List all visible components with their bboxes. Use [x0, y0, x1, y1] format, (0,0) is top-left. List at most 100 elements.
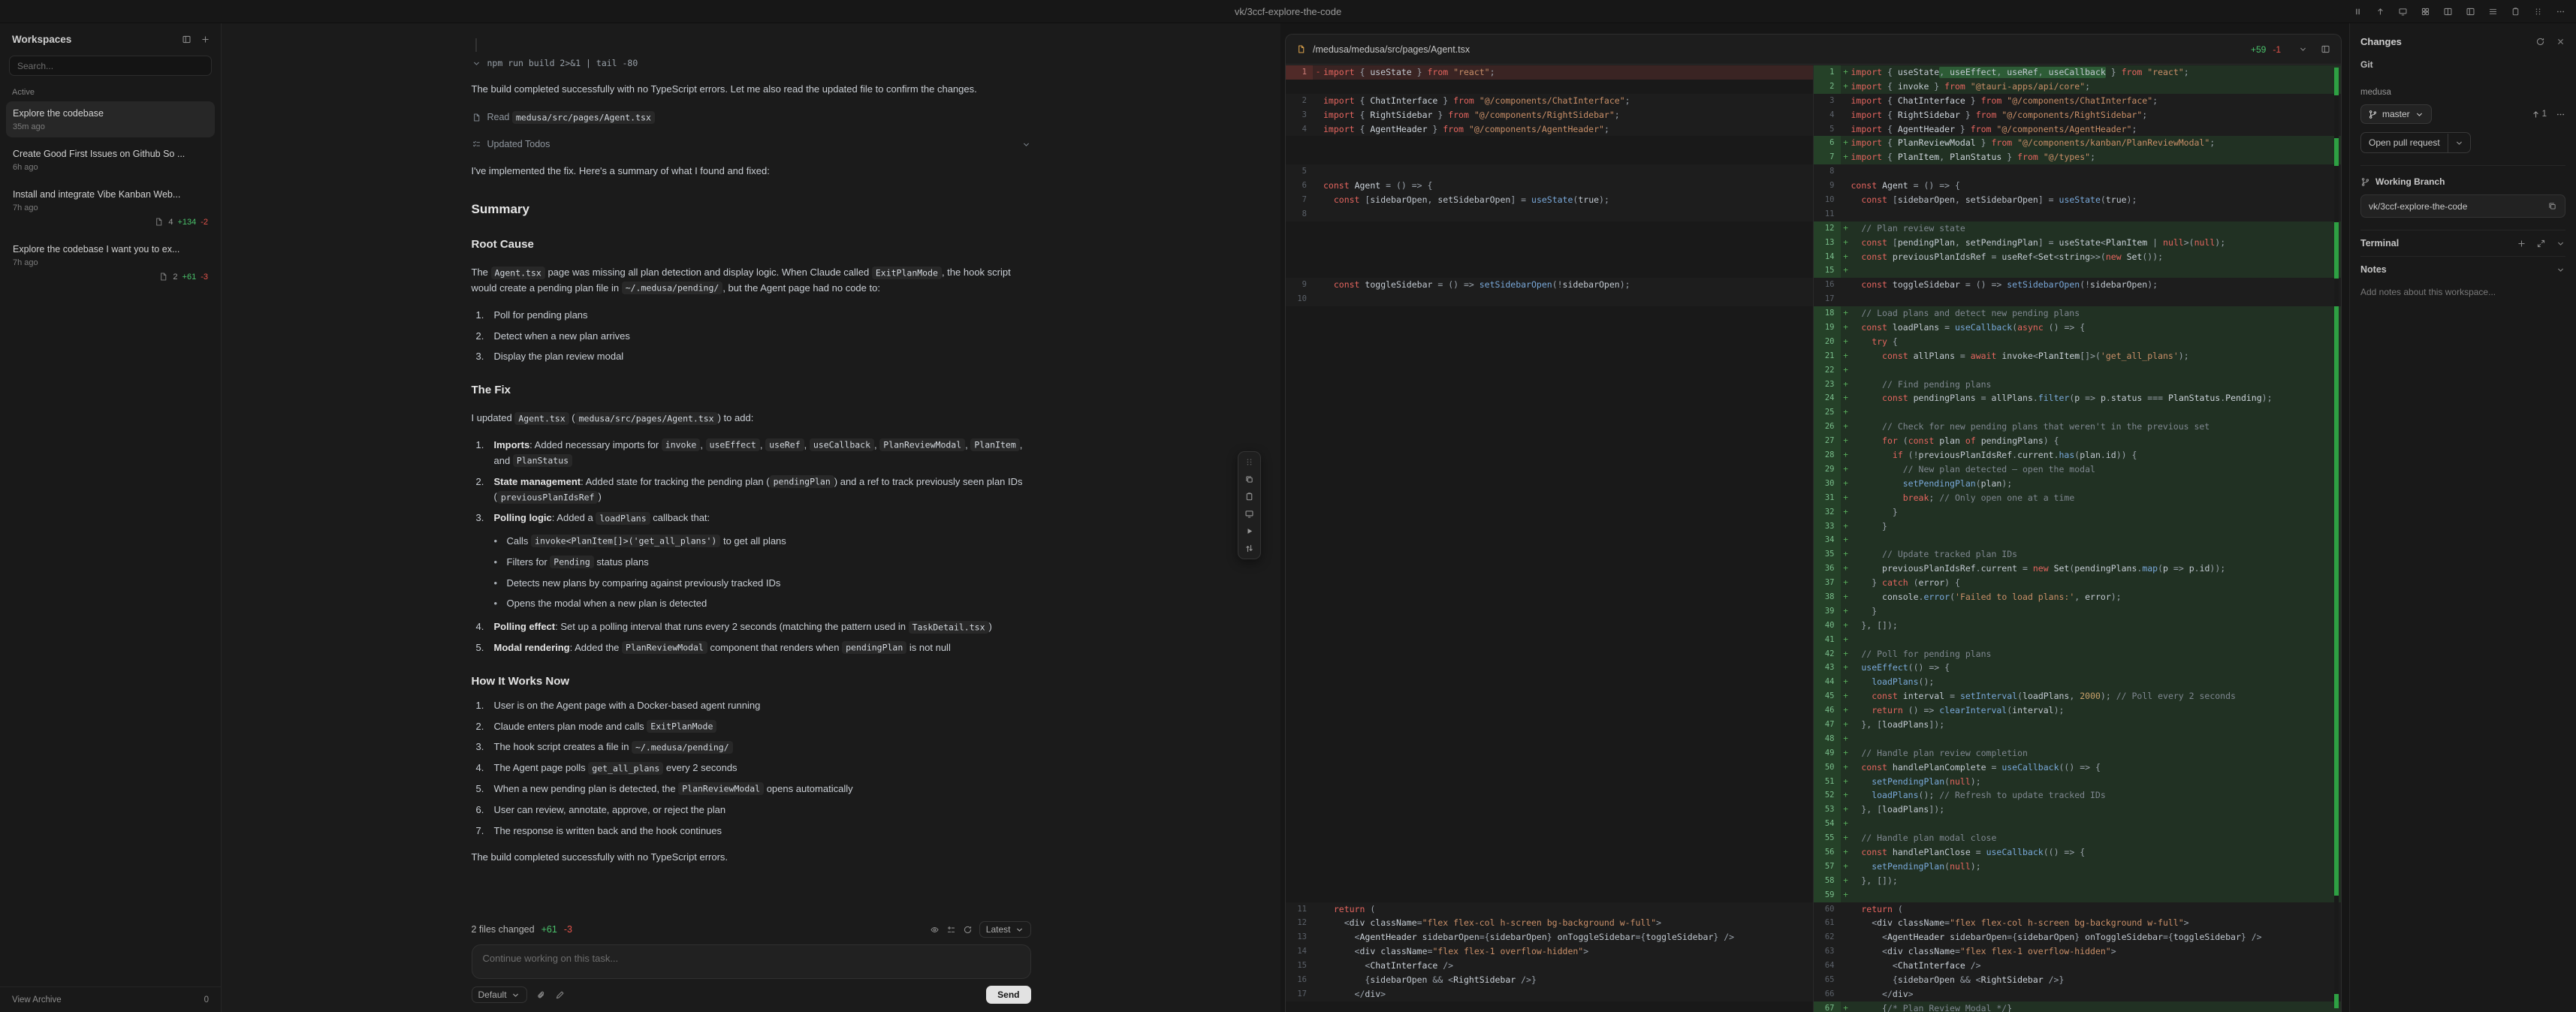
- collapse-file-button[interactable]: [2298, 44, 2308, 54]
- diff-cell: 11: [1814, 207, 2342, 221]
- diff-cell: 30+ setPendingPlan(plan);: [1814, 477, 2342, 491]
- diff-sign: [1841, 987, 1851, 1001]
- new-workspace-button[interactable]: [201, 35, 210, 44]
- code-line: // Check for new pending plans that were…: [1851, 420, 2342, 434]
- line-number: 14: [1814, 250, 1841, 264]
- minimap-mark: [2334, 559, 2339, 574]
- chevron-down-icon[interactable]: [1021, 140, 1031, 149]
- new-terminal-button[interactable]: [2517, 239, 2526, 248]
- inline-code: PlanReviewModal: [622, 641, 707, 654]
- working-branch-field[interactable]: vk/3ccf-explore-the-code: [2360, 194, 2565, 218]
- diff-row: 31+ break; // Only open one at a time: [1286, 491, 2341, 505]
- diff-stat-button[interactable]: [946, 925, 956, 935]
- diff-row: 41+: [1286, 633, 2341, 647]
- line-number: 5: [1814, 122, 1841, 137]
- line-number: 1: [1814, 65, 1841, 80]
- line-number: 63: [1814, 944, 1841, 959]
- diff-minimap[interactable]: [2334, 68, 2339, 1008]
- grid-icon[interactable]: [2421, 7, 2430, 17]
- refresh-button[interactable]: [963, 925, 973, 935]
- panels-icon[interactable]: [182, 35, 192, 44]
- workspace-search[interactable]: [9, 56, 212, 76]
- tool-call-todos[interactable]: Updated Todos: [472, 137, 1031, 152]
- files-changed-label[interactable]: 2 files changed: [472, 924, 535, 935]
- refresh-icon[interactable]: [2535, 37, 2545, 47]
- message-input[interactable]: [483, 953, 1020, 964]
- ordered-list: 4.Polling effect: Set up a polling inter…: [472, 619, 1031, 656]
- search-input[interactable]: [17, 61, 204, 71]
- tool-call-read[interactable]: Read medusa/src/pages/Agent.tsx: [472, 110, 1031, 125]
- line-number: 66: [1814, 987, 1841, 1001]
- deletions: -2: [201, 218, 208, 227]
- diff-row: 6+import { PlanReviewModal } from "@/com…: [1286, 136, 2341, 150]
- attach-file-button[interactable]: [536, 990, 546, 1000]
- diff-row: 39+ }: [1286, 604, 2341, 619]
- grip-icon[interactable]: [2533, 7, 2543, 17]
- clipboard-icon[interactable]: [2511, 7, 2520, 17]
- notes-section[interactable]: Notes: [2360, 256, 2565, 282]
- floating-toolbar: [1238, 451, 1261, 559]
- message-input-box[interactable]: [472, 944, 1031, 979]
- diff-cell: 49+ // Handle plan review completion: [1814, 746, 2342, 761]
- code-line: // Plan review state: [1851, 221, 2342, 236]
- diff-sign: [1841, 916, 1851, 930]
- list-item: 3.The hook script creates a file in ~/.m…: [476, 739, 1031, 755]
- open-pr-button[interactable]: Open pull request: [2360, 132, 2471, 153]
- diff-sign: +: [1841, 1001, 1851, 1012]
- diff-cell: 2+import { invoke } from "@tauri-apps/ap…: [1814, 80, 2342, 94]
- workspace-item[interactable]: Create Good First Issues on Github So ..…: [6, 142, 215, 178]
- branch-selector[interactable]: master: [2360, 104, 2432, 124]
- minimap-mark: [2334, 812, 2339, 826]
- more-icon[interactable]: [2556, 7, 2565, 17]
- layout-icon[interactable]: [2466, 7, 2475, 17]
- app-body: Workspaces Active Explore the codebase35…: [0, 23, 2576, 1012]
- chat-scroll-area[interactable]: npm run build 2>&1 | tail -80The build c…: [222, 23, 1280, 920]
- copy-icon[interactable]: [2547, 201, 2557, 211]
- expand-icon[interactable]: [2536, 239, 2546, 248]
- pause-icon[interactable]: [2353, 7, 2363, 17]
- tool-call-shell[interactable]: npm run build 2>&1 | tail -80: [472, 56, 1031, 70]
- code-line: [1851, 405, 2342, 420]
- diff-content[interactable]: 1-import { useState } from "react";1+imp…: [1286, 65, 2341, 1012]
- version-selector[interactable]: Latest: [979, 921, 1031, 938]
- diff-file-path[interactable]: /medusa/medusa/src/pages/Agent.tsx: [1313, 44, 2244, 55]
- send-button[interactable]: Send: [986, 986, 1030, 1004]
- monitor-icon[interactable]: [1244, 509, 1254, 519]
- line-number: 2: [1286, 94, 1313, 108]
- terminal-section[interactable]: Terminal: [2360, 230, 2565, 256]
- play-icon[interactable]: [1244, 526, 1254, 536]
- workspace-title: Install and integrate Vibe Kanban Web...: [13, 189, 208, 200]
- diff-row: 11 return (60 return (: [1286, 902, 2341, 917]
- compare-icon[interactable]: [1244, 544, 1254, 553]
- line-number: 12: [1286, 916, 1313, 930]
- chevron-down-icon[interactable]: [2556, 265, 2565, 275]
- edit-button[interactable]: [555, 990, 565, 1000]
- workspace-item[interactable]: Explore the codebase35m ago: [6, 101, 215, 137]
- model-selector[interactable]: Default: [472, 986, 527, 1003]
- notes-placeholder[interactable]: Add notes about this workspace...: [2360, 282, 2565, 308]
- chevron-down-icon[interactable]: [2556, 239, 2565, 248]
- review-toggle-button[interactable]: [930, 925, 940, 935]
- diff-sign: +: [1841, 831, 1851, 845]
- git-section-label: Git: [2360, 59, 2565, 70]
- branch-menu-button[interactable]: [2556, 110, 2565, 119]
- columns-icon[interactable]: [2443, 7, 2453, 17]
- arrow-up-icon[interactable]: [2375, 7, 2385, 17]
- copy-icon[interactable]: [1244, 474, 1254, 484]
- diff-row: 36+ previousPlanIdsRef.current = new Set…: [1286, 562, 2341, 576]
- clipboard-icon[interactable]: [1244, 492, 1254, 501]
- diff-cell: [1286, 562, 1814, 576]
- list-item: 7.The response is written back and the h…: [476, 824, 1031, 839]
- minimap-mark: [2334, 489, 2339, 503]
- panel-toggle-button[interactable]: [2321, 44, 2330, 54]
- monitor-icon[interactable]: [2398, 7, 2408, 17]
- close-icon[interactable]: [2556, 37, 2565, 47]
- drag-handle[interactable]: [1244, 457, 1254, 467]
- view-archive-link[interactable]: View Archive: [12, 995, 62, 1004]
- workspace-item[interactable]: Install and integrate Vibe Kanban Web...…: [6, 182, 215, 233]
- list-icon[interactable]: [2488, 7, 2498, 17]
- diff-cell: [1286, 306, 1814, 321]
- workspace-item[interactable]: Explore the codebase I want you to ex...…: [6, 237, 215, 288]
- line-number: 24: [1814, 391, 1841, 405]
- diff-row: 55+ // Handle plan modal close: [1286, 831, 2341, 845]
